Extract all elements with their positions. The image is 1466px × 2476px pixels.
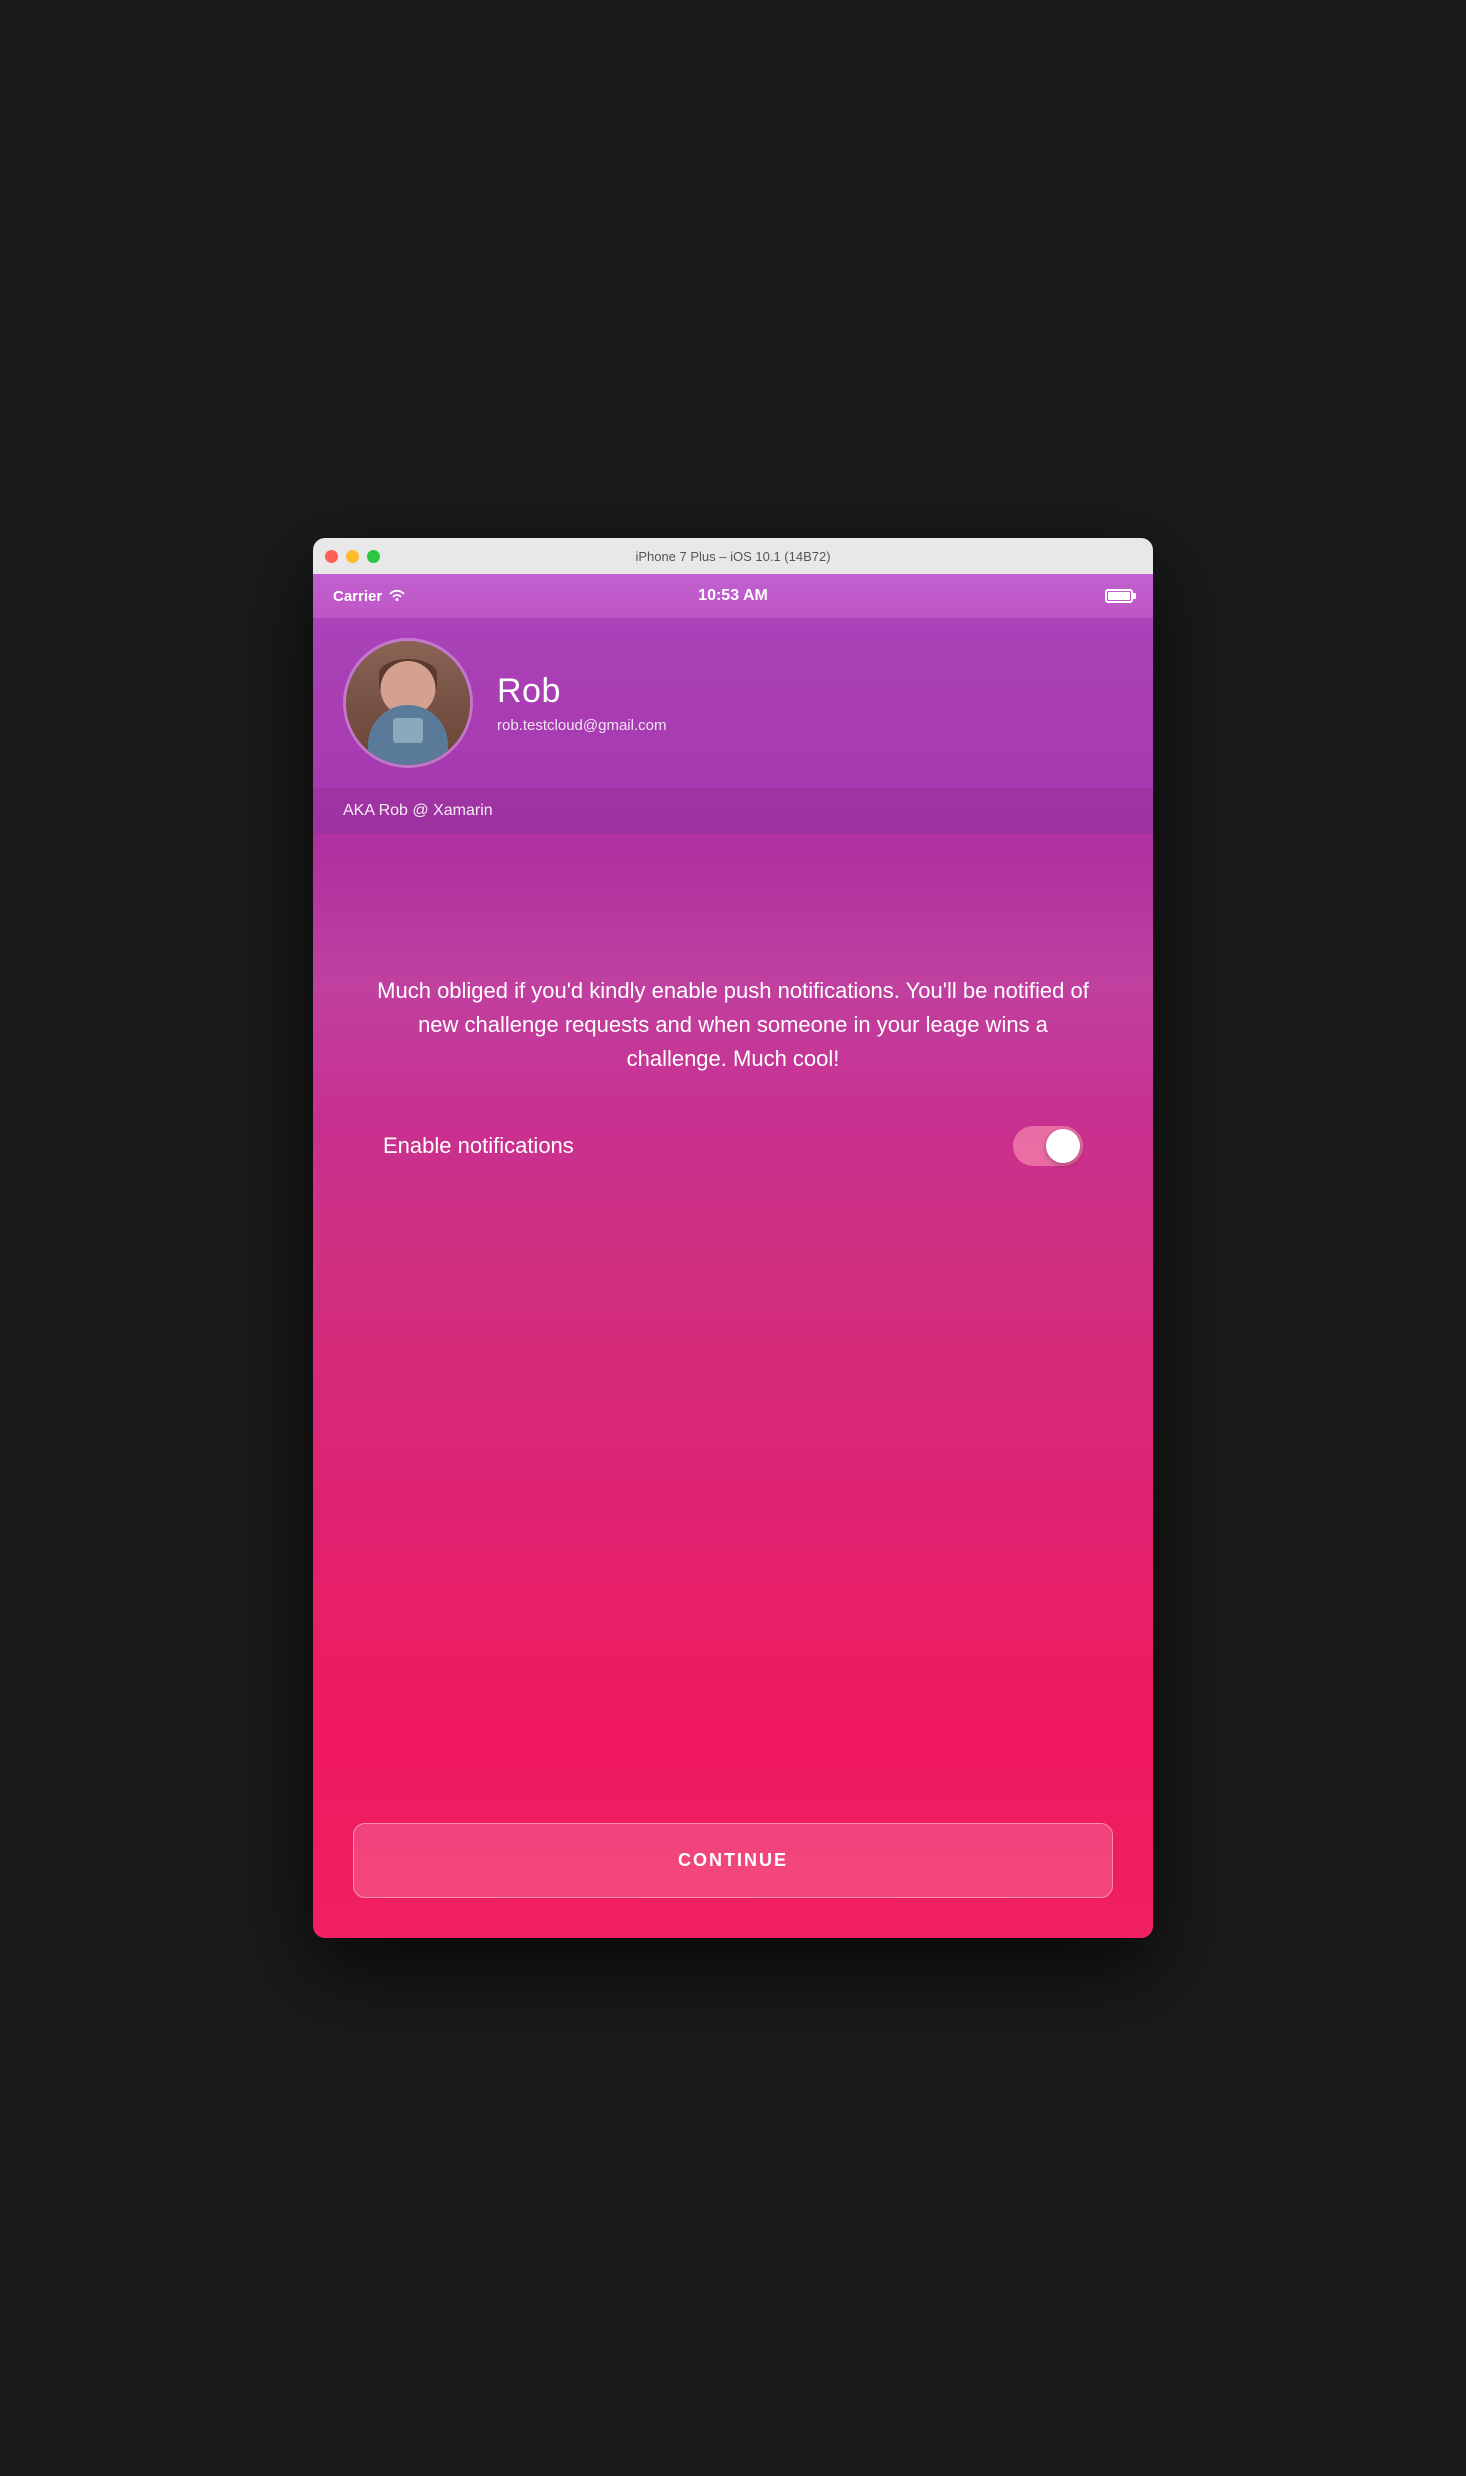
carrier-label: Carrier [333, 588, 382, 605]
window-title: iPhone 7 Plus – iOS 10.1 (14B72) [635, 549, 830, 564]
aka-text: AKA Rob @ Xamarin [343, 802, 493, 819]
avatar [343, 638, 473, 768]
profile-name: Rob [497, 672, 666, 711]
aka-section: AKA Rob @ Xamarin [313, 788, 1153, 834]
toggle-label: Enable notifications [383, 1133, 574, 1159]
main-content: Much obliged if you'd kindly enable push… [313, 834, 1153, 1823]
notification-message: Much obliged if you'd kindly enable push… [373, 974, 1093, 1076]
status-left: Carrier [333, 588, 406, 605]
mac-titlebar: iPhone 7 Plus – iOS 10.1 (14B72) [313, 538, 1153, 574]
toggle-row: Enable notifications [373, 1126, 1093, 1166]
profile-email: rob.testcloud@gmail.com [497, 717, 666, 734]
continue-button[interactable]: CONTINUE [353, 1823, 1113, 1898]
status-right [1105, 589, 1133, 603]
profile-info: Rob rob.testcloud@gmail.com [497, 672, 666, 734]
mac-window-controls [325, 550, 380, 563]
mac-window: iPhone 7 Plus – iOS 10.1 (14B72) Carrier… [313, 538, 1153, 1938]
close-button[interactable] [325, 550, 338, 563]
battery-fill [1108, 592, 1130, 600]
ios-status-bar: Carrier 10:53 AM [313, 574, 1153, 618]
battery-icon [1105, 589, 1133, 603]
toggle-knob [1046, 1129, 1080, 1163]
profile-section: Rob rob.testcloud@gmail.com [313, 618, 1153, 788]
wifi-icon [388, 589, 406, 603]
minimize-button[interactable] [346, 550, 359, 563]
status-time: 10:53 AM [698, 587, 768, 605]
notifications-toggle[interactable] [1013, 1126, 1083, 1166]
avatar-placeholder [346, 641, 470, 765]
maximize-button[interactable] [367, 550, 380, 563]
bottom-section: CONTINUE [313, 1823, 1153, 1938]
iphone-screen: Carrier 10:53 AM [313, 574, 1153, 1938]
